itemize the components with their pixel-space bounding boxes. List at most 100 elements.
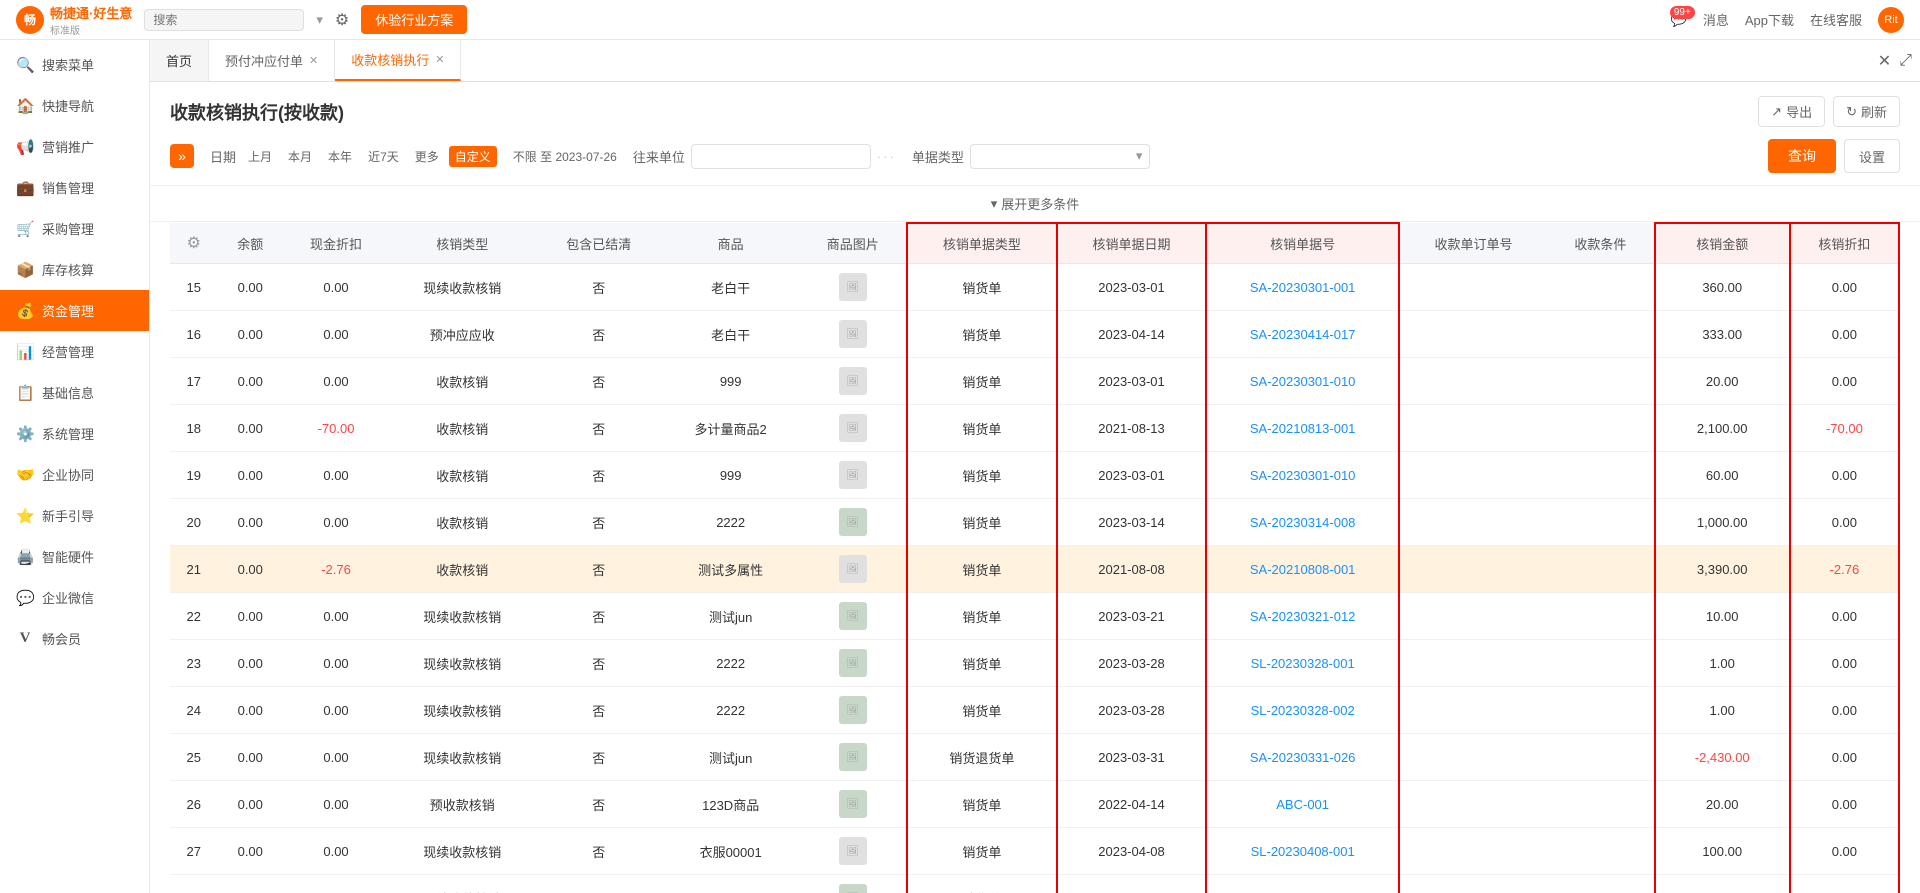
date-btn-more[interactable]: 更多 <box>409 146 445 167</box>
tab-expand-btn[interactable]: ⤢ <box>1899 52 1912 70</box>
bill-no-link[interactable]: SA-20210808-001 <box>1250 562 1356 577</box>
sidebar-item-new-guide[interactable]: ⭐ 新手引导 <box>0 495 149 536</box>
sidebar-item-corp-wechat[interactable]: 💬 企业微信 <box>0 577 149 618</box>
td-red: 0.00 <box>1790 593 1899 640</box>
td-coll-cond <box>1547 405 1655 452</box>
th-writeoff-type: 核销类型 <box>389 223 536 264</box>
td-no: 21 <box>170 546 218 593</box>
sidebar-item-smart-hw[interactable]: 🖨️ 智能硬件 <box>0 536 149 577</box>
expand-more-btn[interactable]: ▾ 展开更多条件 <box>991 194 1080 213</box>
bill-no-link[interactable]: SA-20230314-008 <box>1250 515 1356 530</box>
sidebar-item-label: 新手引导 <box>42 506 94 525</box>
td-product-img: 🖼 <box>799 640 907 687</box>
sidebar-item-sales[interactable]: 💼 销售管理 <box>0 167 149 208</box>
sidebar-item-label: 企业协同 <box>42 465 94 484</box>
td-red: 100.00 <box>1655 875 1790 893</box>
bill-no-link[interactable]: SA-20210813-001 <box>1250 421 1356 436</box>
td-writeoff-type: 现续收款核销 <box>389 734 536 781</box>
refresh-btn[interactable]: ↻ 刷新 <box>1833 96 1900 127</box>
counterparty-label: 往来单位 <box>633 147 685 166</box>
date-btn-custom[interactable]: 自定义 <box>449 146 497 167</box>
bill-no-link[interactable]: SA-20230321-012 <box>1250 609 1356 624</box>
sidebar-item-quick-nav[interactable]: 🏠 快捷导航 <box>0 85 149 126</box>
bill-no-link[interactable]: SA-20230301-010 <box>1250 374 1356 389</box>
td-cash-discount: 0.00 <box>283 781 389 828</box>
td-product-img: 🖼 <box>799 781 907 828</box>
td-writeoff-type: 现续收款核销 <box>389 687 536 734</box>
date-btn-last-month[interactable]: 上月 <box>242 146 278 167</box>
tab-prepay-close[interactable]: ✕ <box>309 54 318 67</box>
date-btn-this-year[interactable]: 本年 <box>322 146 358 167</box>
sidebar-item-corp-collab[interactable]: 🤝 企业协同 <box>0 454 149 495</box>
dropdown-arrow[interactable]: ▾ <box>316 12 323 28</box>
td-product: 2222 <box>662 687 800 734</box>
settings-gear-icon[interactable]: ⚙ <box>335 10 349 30</box>
th-bill-type: 核销单据类型 <box>907 223 1057 264</box>
settings-btn[interactable]: 设置 <box>1844 139 1900 173</box>
user-avatar[interactable]: Rit <box>1878 7 1904 33</box>
table-row: 25 0.00 0.00 现续收款核销 否 测试jun 🖼 销货退货单 2023… <box>170 734 1899 781</box>
query-btn[interactable]: 查询 <box>1768 139 1836 173</box>
sidebar-item-search-menu[interactable]: 🔍 搜索菜单 <box>0 44 149 85</box>
bill-no-link[interactable]: SA-20230301-010 <box>1250 468 1356 483</box>
bill-no-link[interactable]: SL-20230408-001 <box>1251 844 1355 859</box>
tab-close-btn[interactable]: ✕ <box>1878 51 1891 71</box>
td-product: 老白干 <box>662 311 800 358</box>
bill-no-link[interactable]: SA-20230331-026 <box>1250 750 1356 765</box>
messages-label[interactable]: 消息 <box>1703 10 1729 29</box>
td-red: SA-20230301-010 <box>1206 452 1399 499</box>
td-product-img: 🖼 <box>799 875 907 893</box>
filter-expand-btn[interactable]: » <box>170 144 194 168</box>
product-img: 🖼 <box>839 837 867 865</box>
td-red: 销货单 <box>907 264 1057 311</box>
td-writeoff-type: 收款核销 <box>389 499 536 546</box>
tab-collection-close[interactable]: ✕ <box>435 53 444 66</box>
industry-btn[interactable]: 休验行业方案 <box>361 5 467 34</box>
th-settings: ⚙ <box>170 223 218 264</box>
tab-home[interactable]: 首页 <box>150 40 209 81</box>
sidebar-item-purchase[interactable]: 🛒 采购管理 <box>0 208 149 249</box>
export-btn[interactable]: ↗ 导出 <box>1758 96 1825 127</box>
app-download[interactable]: App下载 <box>1745 10 1794 29</box>
td-red: 0.00 <box>1790 499 1899 546</box>
tab-collection[interactable]: 收款核销执行 ✕ <box>335 40 461 81</box>
top-search-input[interactable] <box>144 9 304 31</box>
bill-no-link[interactable]: SA-20230414-017 <box>1250 327 1356 342</box>
messages-icon[interactable]: 💬 99+ <box>1671 12 1687 28</box>
td-product: 2222 <box>662 499 800 546</box>
td-coll-order <box>1399 640 1547 687</box>
bill-no-link[interactable]: SL-20230328-002 <box>1251 703 1355 718</box>
sidebar-item-basic-info[interactable]: 📋 基础信息 <box>0 372 149 413</box>
counterparty-input[interactable] <box>691 144 871 169</box>
table-row: 27 0.00 0.00 现续收款核销 否 衣服00001 🖼 销货单 2023… <box>170 828 1899 875</box>
sidebar-item-operations[interactable]: 📊 经营管理 <box>0 331 149 372</box>
bill-type-select[interactable] <box>970 144 1150 169</box>
home-icon: 🏠 <box>16 97 34 115</box>
tab-prepay[interactable]: 预付冲应付单 ✕ <box>209 40 335 81</box>
th-discount: 核销折扣 <box>1790 223 1899 264</box>
sidebar-item-marketing[interactable]: 📢 营销推广 <box>0 126 149 167</box>
td-red: 0.00 <box>1790 640 1899 687</box>
td-red: SL-20230408-001 <box>1206 828 1399 875</box>
online-support[interactable]: 在线客服 <box>1810 10 1862 29</box>
td-red: 2021-08-13 <box>1057 405 1207 452</box>
td-no: 18 <box>170 405 218 452</box>
product-img: 🖼 <box>839 555 867 583</box>
td-coll-cond <box>1547 499 1655 546</box>
td-coll-order <box>1399 734 1547 781</box>
th-collection-order: 收款单订单号 <box>1399 223 1547 264</box>
sidebar-item-capital[interactable]: 💰 资金管理 <box>0 290 149 331</box>
td-included: 否 <box>536 311 662 358</box>
td-product-img: 🖼 <box>799 311 907 358</box>
bill-no-link[interactable]: ABC-001 <box>1276 797 1329 812</box>
bill-no-link[interactable]: SA-20230301-001 <box>1250 280 1356 295</box>
date-btn-this-month[interactable]: 本月 <box>282 146 318 167</box>
settings-col-icon[interactable]: ⚙ <box>187 235 201 252</box>
date-btn-7days[interactable]: 近7天 <box>362 146 405 167</box>
bill-no-link[interactable]: SL-20230328-001 <box>1251 656 1355 671</box>
sidebar-item-system[interactable]: ⚙️ 系统管理 <box>0 413 149 454</box>
product-img: 🖼 <box>839 414 867 442</box>
td-included: 否 <box>536 405 662 452</box>
sidebar-item-vip[interactable]: V 畅会员 <box>0 618 149 659</box>
sidebar-item-inventory[interactable]: 📦 库存核算 <box>0 249 149 290</box>
